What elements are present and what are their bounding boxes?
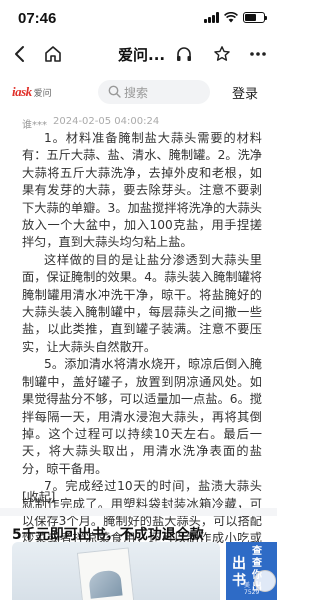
home-button[interactable]	[40, 36, 66, 72]
answer-meta: 谁*** 2024-02-05 04:00:24	[22, 116, 159, 131]
more-icon	[250, 52, 266, 56]
back-button[interactable]	[6, 36, 32, 72]
status-bar: 07:46	[0, 0, 277, 36]
status-time: 07:46	[18, 10, 57, 27]
watermark: 美 7529	[244, 582, 259, 596]
section-divider	[0, 508, 277, 516]
search-placeholder: 搜索	[124, 85, 149, 100]
answer-username: 谁***	[22, 120, 47, 131]
ad-title[interactable]: 5千元即可出书，不成功退全款	[12, 524, 204, 544]
site-logo[interactable]: iask 爱问	[12, 84, 52, 100]
book-illustration	[76, 547, 136, 600]
answer-paragraph: 5。添加清水将清水烧开，晾凉后倒入腌制罐中，盖好罐子，放置到阴凉通风处。如果觉得…	[22, 357, 262, 476]
wifi-icon	[224, 12, 238, 23]
logo-mark: iask	[12, 84, 32, 99]
search-input[interactable]: 搜索	[98, 80, 210, 104]
home-icon	[45, 46, 61, 62]
logo-text: 爱问	[33, 88, 52, 99]
headphones-icon	[177, 47, 191, 61]
status-icons	[204, 12, 267, 23]
watermark-line: 7529	[244, 589, 260, 596]
more-button[interactable]	[246, 36, 270, 72]
audio-button[interactable]	[172, 36, 196, 72]
star-icon	[214, 46, 230, 61]
signal-icon	[204, 12, 219, 23]
ad-image[interactable]	[12, 542, 220, 600]
page-title: 爱问...	[118, 46, 166, 64]
watermark-line: 美	[244, 582, 251, 589]
answer-paragraph: 这样做的目的是让盐分渗透到大蒜头里面，保证腌制的效果。4。蒜头装入腌制罐将腌制罐…	[22, 252, 262, 354]
nav-bar: 爱问...	[0, 36, 277, 72]
site-header: iask 爱问 搜索 登录	[0, 78, 277, 106]
search-icon	[108, 85, 121, 98]
chevron-left-icon	[15, 46, 24, 62]
favorite-button[interactable]	[210, 36, 234, 72]
answer-body: 1。材料准备腌制盐大蒜头需要的材料有：五斤大蒜、盐、清水、腌制罐。2。洗净大蒜将…	[22, 130, 262, 565]
login-button[interactable]: 登录	[232, 83, 258, 102]
answer-timestamp: 2024-02-05 04:00:24	[53, 116, 160, 127]
battery-icon	[243, 12, 267, 23]
answer-paragraph: 1。材料准备腌制盐大蒜头需要的材料有：五斤大蒜、盐、清水、腌制罐。2。洗净大蒜将…	[22, 131, 262, 250]
collapse-button[interactable]: [收起]	[22, 488, 55, 505]
